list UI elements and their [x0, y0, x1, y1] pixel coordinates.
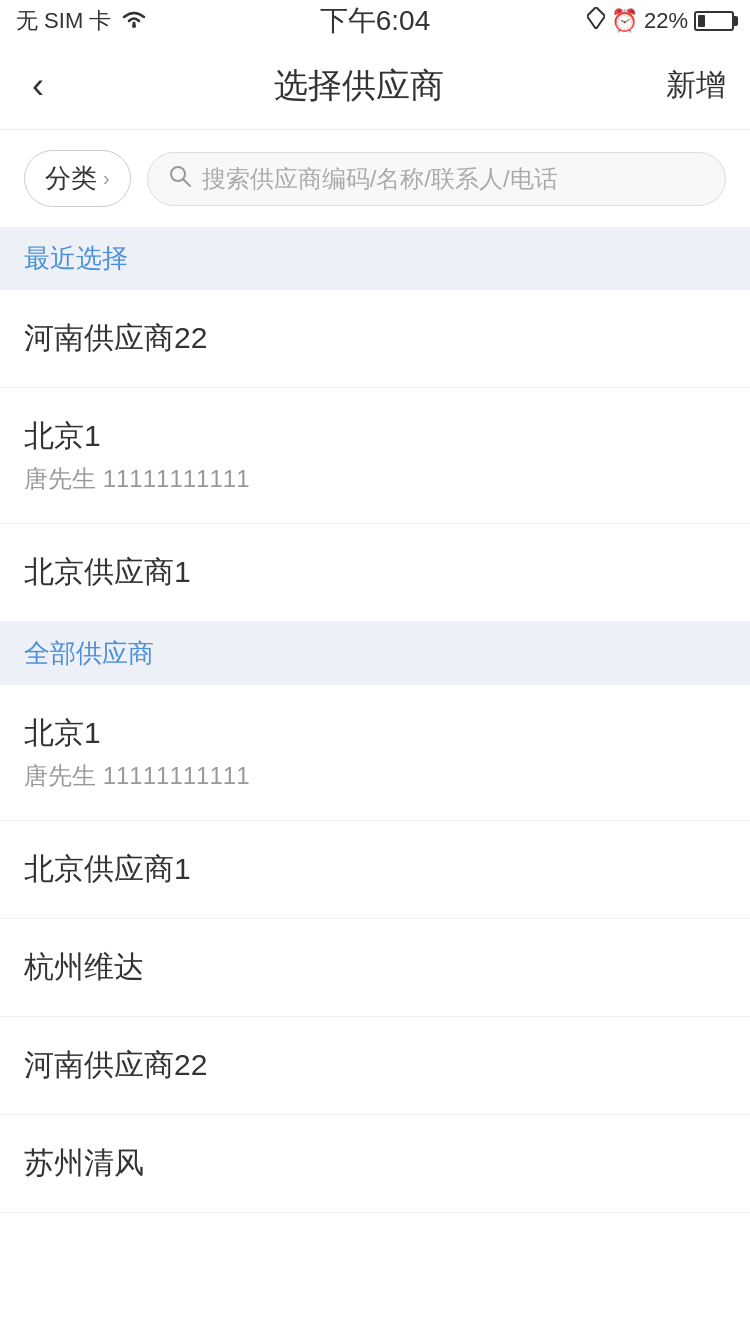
page-title: 选择供应商 [274, 63, 444, 109]
chevron-right-icon: › [103, 167, 110, 190]
status-bar: 无 SIM 卡 下午6:04 ⏰ 22% [0, 0, 750, 42]
item-name: 北京1 [24, 416, 726, 457]
list-item[interactable]: 北京供应商1 [0, 524, 750, 622]
battery-fill [698, 15, 705, 27]
location-icon [587, 7, 605, 35]
recent-list: 河南供应商22 北京1 唐先生 11111111111 北京供应商1 [0, 290, 750, 622]
wifi-icon [119, 7, 149, 35]
status-time: 下午6:04 [320, 2, 431, 40]
all-header-label: 全部供应商 [24, 638, 154, 668]
all-section-header: 全部供应商 [0, 622, 750, 685]
category-label: 分类 [45, 161, 97, 196]
sim-label: 无 SIM 卡 [16, 6, 111, 36]
item-name: 杭州维达 [24, 947, 726, 988]
battery-percent: 22% [644, 8, 688, 34]
list-item[interactable]: 苏州清风 [0, 1115, 750, 1213]
item-name: 苏州清风 [24, 1143, 726, 1184]
filter-bar: 分类 › 搜索供应商编码/名称/联系人/电话 [0, 130, 750, 227]
back-button[interactable]: ‹ [24, 57, 52, 115]
list-item[interactable]: 河南供应商22 [0, 290, 750, 388]
nav-bar: ‹ 选择供应商 新增 [0, 42, 750, 130]
item-name: 北京1 [24, 713, 726, 754]
svg-line-2 [183, 179, 190, 186]
item-sub: 唐先生 11111111111 [24, 463, 726, 495]
search-placeholder: 搜索供应商编码/名称/联系人/电话 [202, 163, 558, 195]
status-left: 无 SIM 卡 [16, 6, 149, 36]
item-name: 北京供应商1 [24, 849, 726, 890]
all-supplier-list: 北京1 唐先生 11111111111 北京供应商1 杭州维达 河南供应商22 … [0, 685, 750, 1213]
search-icon [168, 164, 192, 194]
list-item[interactable]: 北京供应商1 [0, 821, 750, 919]
search-box[interactable]: 搜索供应商编码/名称/联系人/电话 [147, 152, 726, 206]
list-item[interactable]: 北京1 唐先生 11111111111 [0, 388, 750, 524]
battery-icon [694, 11, 734, 31]
category-button[interactable]: 分类 › [24, 150, 131, 207]
alarm-icon: ⏰ [611, 8, 638, 34]
list-item[interactable]: 河南供应商22 [0, 1017, 750, 1115]
list-item[interactable]: 杭州维达 [0, 919, 750, 1017]
item-name: 河南供应商22 [24, 318, 726, 359]
item-name: 河南供应商22 [24, 1045, 726, 1086]
item-sub: 唐先生 11111111111 [24, 760, 726, 792]
item-name: 北京供应商1 [24, 552, 726, 593]
recent-section-header: 最近选择 [0, 227, 750, 290]
list-item[interactable]: 北京1 唐先生 11111111111 [0, 685, 750, 821]
recent-header-label: 最近选择 [24, 243, 128, 273]
svg-point-0 [132, 24, 136, 28]
add-button[interactable]: 新增 [666, 65, 726, 106]
status-right: ⏰ 22% [587, 7, 734, 35]
